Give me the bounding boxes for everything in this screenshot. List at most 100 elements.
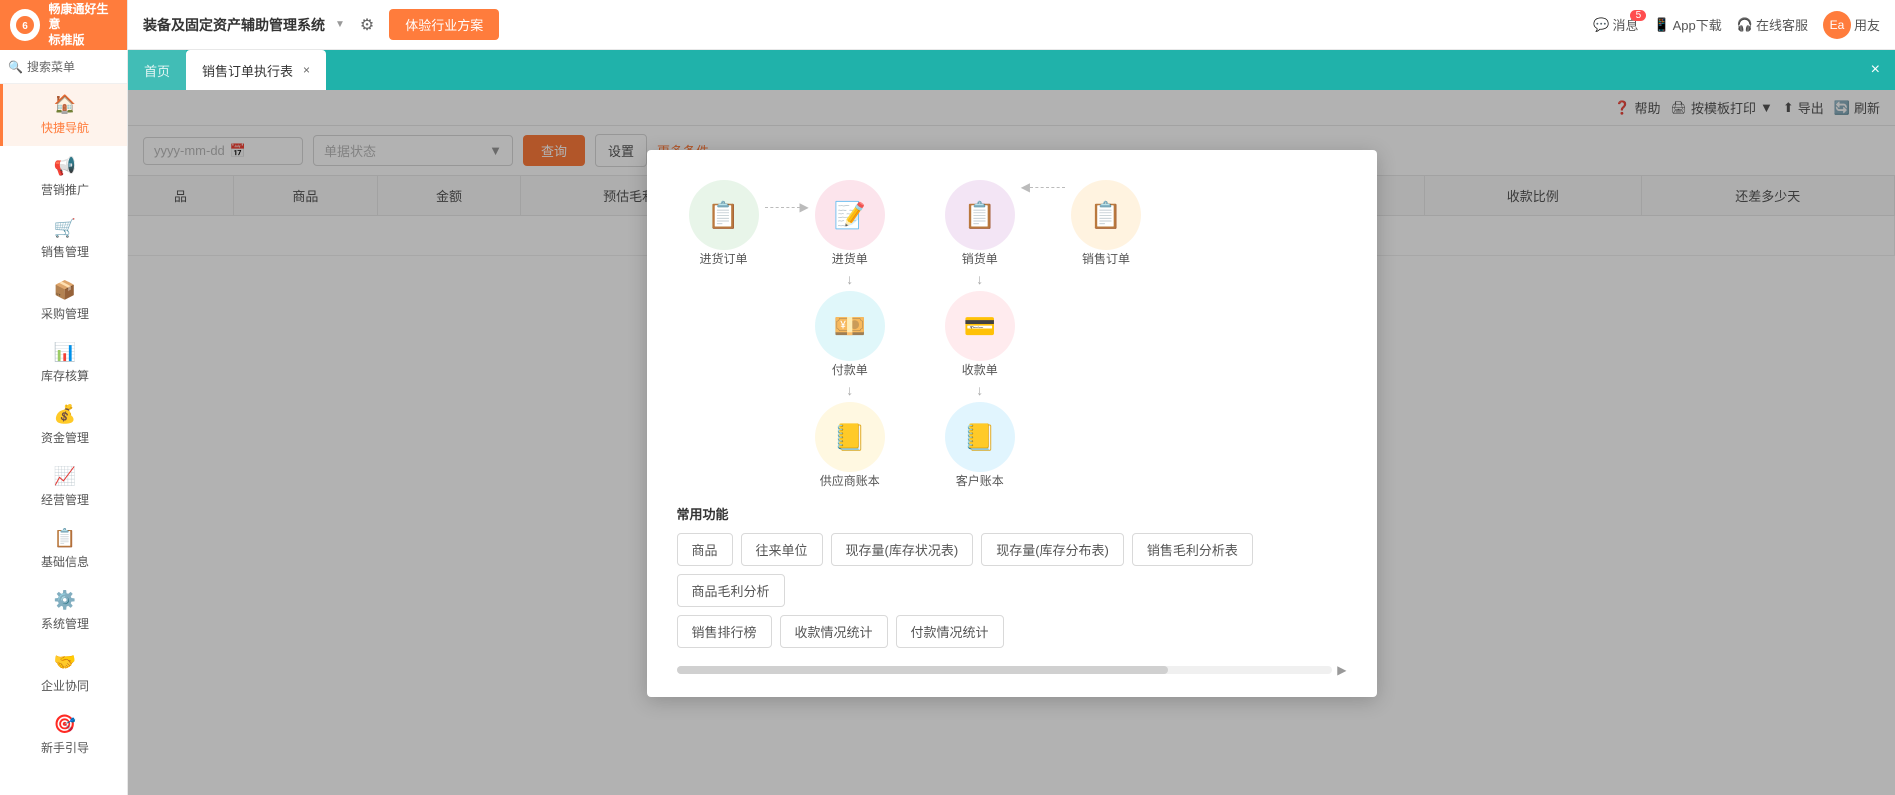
- service-icon: 🎧: [1737, 17, 1753, 33]
- sales-order-icon: 📋: [1090, 200, 1122, 231]
- download-icon: 📱: [1653, 17, 1669, 33]
- modal-dialog: 📋 进货订单 ▶ 📝: [647, 150, 1377, 697]
- sidebar-item-sales[interactable]: 🛒 销售管理: [0, 208, 127, 270]
- logo-text: 畅康通好生意 标推版: [48, 2, 117, 49]
- common-btn-receipt-stats[interactable]: 收款情况统计: [780, 615, 888, 648]
- flow-col-sales-slip: 📋 销货单 ↓ 💳 收款单 ↓ 📒 客户: [945, 180, 1015, 489]
- user-menu[interactable]: Ea 用友: [1823, 11, 1880, 39]
- customer-account-label: 客户账本: [956, 472, 1004, 489]
- flow-col-purchase-order: 📋 进货订单: [689, 180, 759, 267]
- sidebar-item-inventory[interactable]: 📊 库存核算: [0, 332, 127, 394]
- tab-bar-close-btn[interactable]: ×: [1871, 61, 1880, 79]
- flow-node-supplier-account[interactable]: 📒: [815, 402, 885, 472]
- main-area: 装备及固定资产辅助管理系统 ▼ ⚙ 体验行业方案 💬 消息 5 📱 App下载 …: [128, 0, 1895, 795]
- flow-node-customer-account[interactable]: 📒: [945, 402, 1015, 472]
- online-service-btn[interactable]: 🎧 在线客服: [1737, 15, 1808, 34]
- svg-text:6: 6: [22, 21, 28, 32]
- marketing-icon: 📢: [54, 156, 76, 177]
- sidebar-item-operation[interactable]: 📈 经营管理: [0, 456, 127, 518]
- settings-icon[interactable]: ⚙: [360, 15, 374, 35]
- message-btn[interactable]: 💬 消息 5: [1593, 15, 1638, 34]
- common-btn-payment-stats[interactable]: 付款情况统计: [896, 615, 1004, 648]
- common-functions-section: 常用功能 商品 往来单位 现存量(库存状况表) 现存量(库存分布表) 销售毛利分…: [677, 504, 1347, 648]
- sidebar-item-system[interactable]: ⚙️ 系统管理: [0, 580, 127, 642]
- sidebar-item-guide[interactable]: 🎯 新手引导: [0, 704, 127, 766]
- system-icon: ⚙️: [54, 590, 76, 611]
- sales-slip-icon: 📋: [964, 200, 996, 231]
- sidebar-item-finance[interactable]: 💰 资金管理: [0, 394, 127, 456]
- purchase-slip-icon: 📝: [834, 200, 866, 231]
- logo-icon: 6: [10, 9, 40, 41]
- guide-icon: 🎯: [54, 714, 76, 735]
- system-title: 装备及固定资产辅助管理系统: [143, 15, 325, 35]
- purchase-order-label: 进货订单: [699, 250, 747, 267]
- supplier-account-label: 供应商账本: [820, 472, 880, 489]
- sales-slip-label: 销货单: [962, 250, 998, 267]
- content-area: ❓ 帮助 🖨 按模板打印 ▼ ⬆ 导出 🔄 刷新: [128, 90, 1895, 795]
- sidebar: 6 畅康通好生意 标推版 🔍 搜索菜单 🏠 快捷导航 📢 营销推广 🛒 销售管理: [0, 0, 128, 795]
- common-btn-product-margin[interactable]: 商品毛利分析: [677, 574, 785, 607]
- common-btn-stock-status[interactable]: 现存量(库存状况表): [831, 533, 974, 566]
- sales-order-label: 销售订单: [1082, 250, 1130, 267]
- inventory-icon: 📊: [54, 342, 76, 363]
- common-btn-sales-margin[interactable]: 销售毛利分析表: [1132, 533, 1253, 566]
- tab-close-btn[interactable]: ×: [303, 63, 310, 77]
- scrollbar-right-arrow[interactable]: ▶: [1337, 663, 1346, 677]
- sales-icon: 🛒: [54, 218, 76, 239]
- flow-node-purchase-slip[interactable]: 📝: [815, 180, 885, 250]
- operation-icon: 📈: [54, 466, 76, 487]
- basic-info-icon: 📋: [54, 528, 76, 549]
- message-icon: 💬: [1593, 17, 1609, 33]
- modal-scrollbar: ▶: [677, 663, 1347, 677]
- flow-node-sales-slip[interactable]: 📋: [945, 180, 1015, 250]
- supplier-account-icon: 📒: [834, 422, 866, 453]
- sidebar-item-marketing[interactable]: 📢 营销推广: [0, 146, 127, 208]
- flow-node-payment[interactable]: 💴: [815, 291, 885, 361]
- avatar: Ea: [1823, 11, 1851, 39]
- payment-label: 付款单: [832, 361, 868, 378]
- home-icon: 🏠: [54, 94, 76, 115]
- app-logo: 6 畅康通好生意 标推版: [0, 0, 127, 50]
- common-btn-sales-ranking[interactable]: 销售排行榜: [677, 615, 772, 648]
- dashed-arrow-right: ◀: [1015, 180, 1071, 194]
- flow-col-sales-order: 📋 销售订单: [1071, 180, 1141, 267]
- arrow-purchase-to-purchase-slip: ▶: [759, 200, 815, 214]
- purchase-order-icon: 📋: [707, 200, 739, 231]
- tab-home[interactable]: 首页: [128, 50, 186, 90]
- topbar-right: 💬 消息 5 📱 App下载 🎧 在线客服 Ea 用友: [1593, 11, 1880, 39]
- arrow-down-1: ↓: [846, 271, 853, 287]
- system-title-dropdown[interactable]: ▼: [335, 19, 345, 30]
- arrow-down-4: ↓: [976, 382, 983, 398]
- flow-node-purchase-order[interactable]: 📋: [689, 180, 759, 250]
- common-btn-partner[interactable]: 往来单位: [741, 533, 823, 566]
- sidebar-item-enterprise[interactable]: 🤝 企业协同: [0, 642, 127, 704]
- sidebar-item-basic-info[interactable]: 📋 基础信息: [0, 518, 127, 580]
- search-icon: 🔍: [8, 60, 23, 74]
- flow-node-receipt[interactable]: 💳: [945, 291, 1015, 361]
- sidebar-item-purchase[interactable]: 📦 采购管理: [0, 270, 127, 332]
- app-download-btn[interactable]: 📱 App下载: [1653, 15, 1721, 34]
- purchase-icon: 📦: [54, 280, 76, 301]
- scrollbar-thumb[interactable]: [677, 666, 1169, 674]
- flow-col-purchase-slip: 📝 进货单 ↓ 💴 付款单 ↓ 📒 供应: [815, 180, 885, 489]
- purchase-slip-label: 进货单: [832, 250, 868, 267]
- arrow-down-2: ↓: [846, 382, 853, 398]
- common-buttons-row1: 商品 往来单位 现存量(库存状况表) 现存量(库存分布表) 销售毛利分析表 商品…: [677, 533, 1347, 607]
- arrow-down-3: ↓: [976, 271, 983, 287]
- sidebar-nav: 🏠 快捷导航 📢 营销推广 🛒 销售管理 📦 采购管理 📊 库存核算 💰: [0, 84, 127, 795]
- tab-sales-order[interactable]: 销售订单执行表 ×: [186, 50, 326, 90]
- scrollbar-track[interactable]: [677, 666, 1333, 674]
- receipt-label: 收款单: [962, 361, 998, 378]
- modal-overlay[interactable]: 📋 进货订单 ▶ 📝: [128, 90, 1895, 795]
- search-menu[interactable]: 🔍 搜索菜单: [0, 50, 127, 84]
- payment-icon: 💴: [834, 311, 866, 342]
- common-btn-product[interactable]: 商品: [677, 533, 733, 566]
- experience-btn[interactable]: 体验行业方案: [389, 9, 499, 40]
- flow-node-sales-order[interactable]: 📋: [1071, 180, 1141, 250]
- topbar: 装备及固定资产辅助管理系统 ▼ ⚙ 体验行业方案 💬 消息 5 📱 App下载 …: [128, 0, 1895, 50]
- common-functions-title: 常用功能: [677, 504, 1347, 523]
- tab-bar: 首页 销售订单执行表 × ×: [128, 50, 1895, 90]
- customer-account-icon: 📒: [964, 422, 996, 453]
- common-btn-stock-dist[interactable]: 现存量(库存分布表): [981, 533, 1124, 566]
- sidebar-item-quick-nav[interactable]: 🏠 快捷导航: [0, 84, 127, 146]
